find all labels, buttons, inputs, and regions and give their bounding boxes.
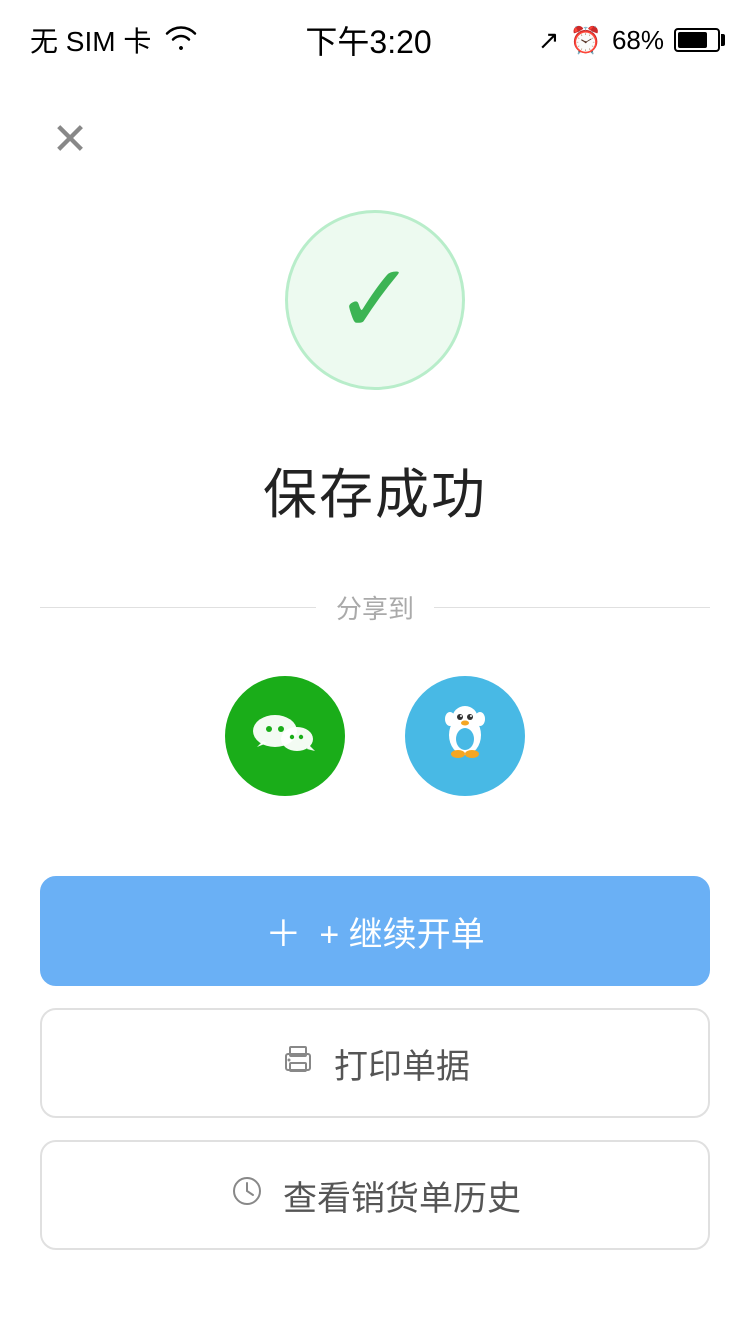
print-label: 打印单据 xyxy=(334,1039,470,1088)
close-btn-row: ✕ xyxy=(40,80,710,210)
wechat-circle xyxy=(225,676,345,796)
status-right: ↗ ⏰ 68% xyxy=(538,25,720,56)
checkmark-icon: ✓ xyxy=(335,252,415,348)
print-icon xyxy=(280,1041,316,1086)
status-left: 无 SIM 卡 xyxy=(30,20,199,60)
actions-col: ＋ + 继续开单 打印单据 查看销货单历史 xyxy=(40,876,710,1250)
close-icon: ✕ xyxy=(52,118,89,162)
print-button[interactable]: 打印单据 xyxy=(40,1008,710,1118)
wechat-share-button[interactable] xyxy=(225,676,345,796)
battery-percent: 68% xyxy=(612,25,664,56)
success-icon-wrap: ✓ xyxy=(285,210,465,390)
share-label: 分享到 xyxy=(336,589,414,626)
share-divider: 分享到 xyxy=(40,589,710,626)
divider-line-right xyxy=(434,607,710,608)
wifi-icon xyxy=(163,24,199,57)
plus-icon: ＋ xyxy=(265,905,301,957)
battery-bar xyxy=(674,28,720,52)
divider-line-left xyxy=(40,607,316,608)
qq-share-button[interactable] xyxy=(405,676,525,796)
location-icon: ↗ xyxy=(538,25,560,56)
close-button[interactable]: ✕ xyxy=(40,110,100,170)
main-content: ✕ ✓ 保存成功 分享到 xyxy=(0,80,750,1334)
share-icons-row xyxy=(225,676,525,796)
success-title: 保存成功 xyxy=(263,450,487,529)
continue-button[interactable]: ＋ + 继续开单 xyxy=(40,876,710,986)
qq-icon xyxy=(432,703,498,769)
continue-label: + 继续开单 xyxy=(319,907,484,956)
alarm-icon: ⏰ xyxy=(570,25,602,56)
history-label: 查看销货单历史 xyxy=(283,1171,521,1220)
battery-fill xyxy=(678,32,707,48)
history-button[interactable]: 查看销货单历史 xyxy=(40,1140,710,1250)
carrier-text: 无 SIM 卡 xyxy=(30,20,151,60)
wechat-icon xyxy=(249,705,321,767)
qq-circle xyxy=(405,676,525,796)
status-bar: 无 SIM 卡 下午3:20 ↗ ⏰ 68% xyxy=(0,0,750,80)
time-display: 下午3:20 xyxy=(305,17,431,63)
history-icon xyxy=(229,1173,265,1218)
